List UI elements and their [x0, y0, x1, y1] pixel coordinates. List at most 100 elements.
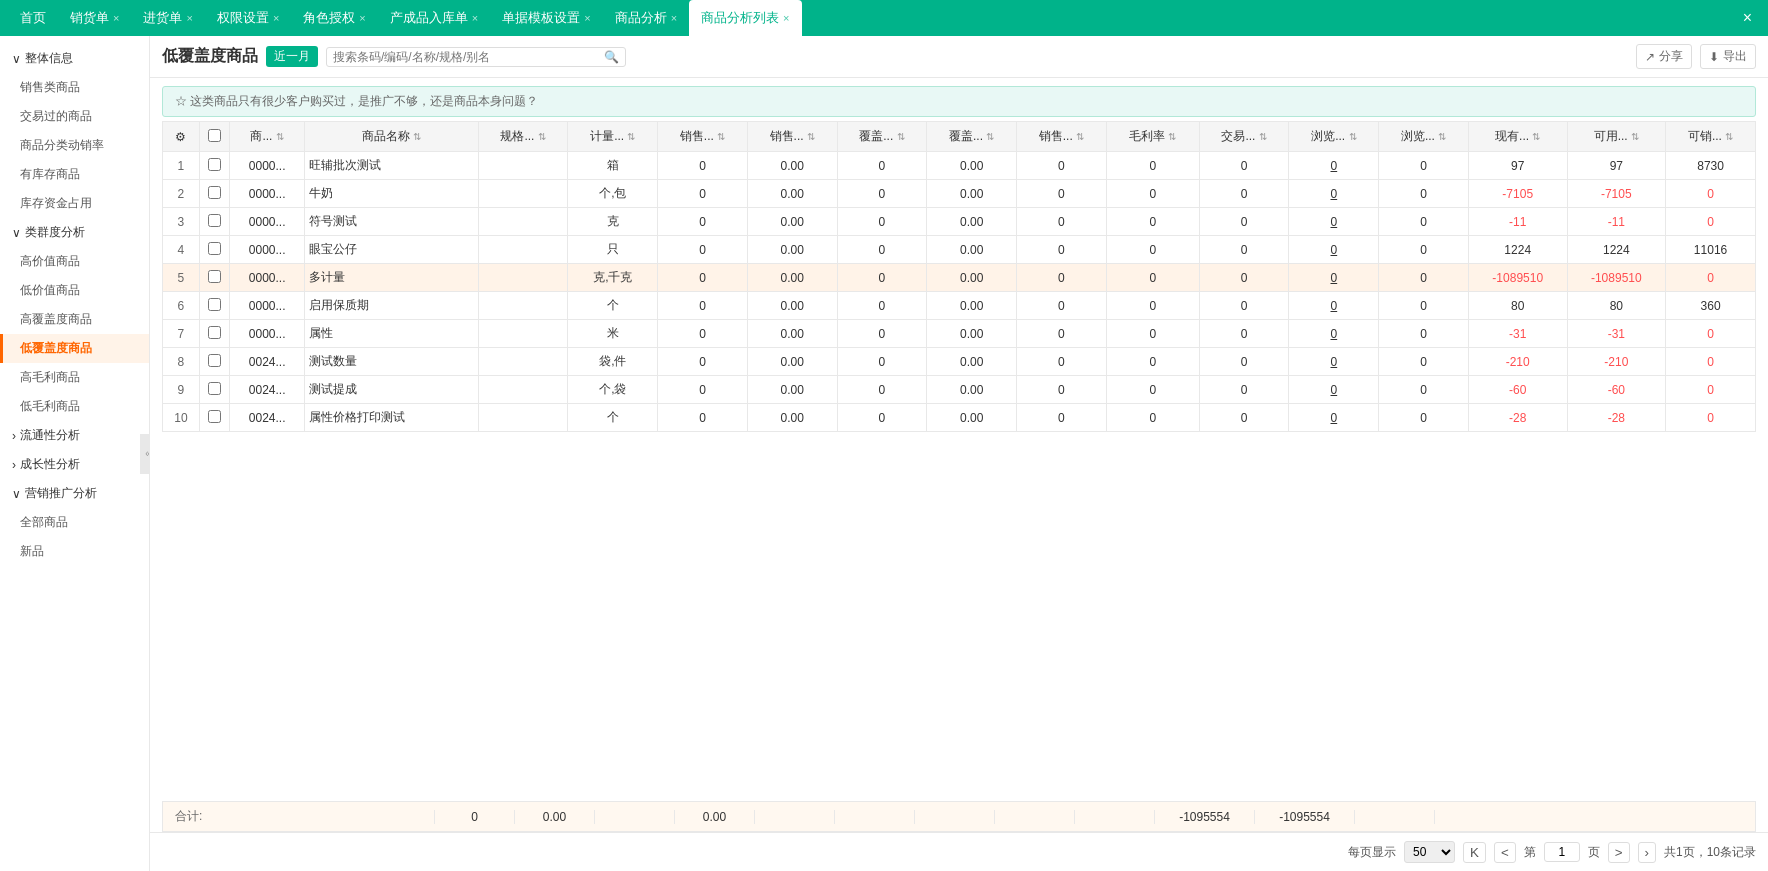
row-browse1[interactable]: 0: [1289, 208, 1379, 236]
col-spec[interactable]: 规格... ⇅: [478, 122, 568, 152]
nav-product-analysis-list[interactable]: 商品分析列表 ×: [689, 0, 801, 36]
page-input[interactable]: [1544, 842, 1580, 862]
row-browse1[interactable]: 0: [1289, 152, 1379, 180]
row-checkbox[interactable]: [199, 180, 229, 208]
next-page-btn[interactable]: >: [1608, 842, 1630, 863]
last-page-btn[interactable]: ›: [1638, 842, 1656, 863]
sidebar-section-overall[interactable]: ∨ 整体信息: [0, 44, 149, 73]
col-checkbox[interactable]: [199, 122, 229, 152]
sidebar-section-cluster[interactable]: ∨ 类群度分析: [0, 218, 149, 247]
row-browse1[interactable]: 0: [1289, 320, 1379, 348]
row-name[interactable]: 符号测试: [305, 208, 478, 236]
row-name[interactable]: 属性: [305, 320, 478, 348]
col-browse1[interactable]: 浏览... ⇅: [1289, 122, 1379, 152]
col-name[interactable]: 商品名称 ⇅: [305, 122, 478, 152]
row-name[interactable]: 牛奶: [305, 180, 478, 208]
col-coverage2[interactable]: 覆盖... ⇅: [927, 122, 1017, 152]
sidebar-item-low-margin[interactable]: 低毛利商品: [0, 392, 149, 421]
col-browse2[interactable]: 浏览... ⇅: [1379, 122, 1469, 152]
row-name[interactable]: 旺辅批次测试: [305, 152, 478, 180]
row-checkbox[interactable]: [199, 404, 229, 432]
sidebar-item-high-margin[interactable]: 高毛利商品: [0, 363, 149, 392]
col-settings[interactable]: ⚙: [163, 122, 200, 152]
row-browse1[interactable]: 0: [1289, 236, 1379, 264]
nav-role-auth[interactable]: 角色授权 ×: [291, 0, 377, 36]
sidebar-collapse-btn[interactable]: «: [140, 434, 150, 474]
row-browse1[interactable]: 0: [1289, 264, 1379, 292]
row-sales-qty: 0: [658, 236, 748, 264]
row-checkbox[interactable]: [199, 348, 229, 376]
sidebar-section-growth[interactable]: › 成长性分析: [0, 450, 149, 479]
sidebar-item-low-value[interactable]: 低价值商品: [0, 276, 149, 305]
nav-close-permissions[interactable]: ×: [273, 12, 279, 24]
nav-close-role-auth[interactable]: ×: [359, 12, 365, 24]
period-button[interactable]: 近一月: [266, 46, 318, 67]
nav-close-product-in[interactable]: ×: [472, 12, 478, 24]
nav-product-in[interactable]: 产成品入库单 ×: [378, 0, 490, 36]
nav-permissions[interactable]: 权限设置 ×: [205, 0, 291, 36]
row-checkbox[interactable]: [199, 208, 229, 236]
sidebar-item-new-products[interactable]: 新品: [0, 537, 149, 566]
row-browse1[interactable]: 0: [1289, 404, 1379, 432]
row-sales-amt: 0.00: [747, 180, 837, 208]
sidebar-item-low-coverage[interactable]: 低覆盖度商品: [0, 334, 149, 363]
row-checkbox[interactable]: [199, 152, 229, 180]
sidebar-item-high-coverage[interactable]: 高覆盖度商品: [0, 305, 149, 334]
col-unit[interactable]: 计量... ⇅: [568, 122, 658, 152]
col-gross-margin[interactable]: 毛利率 ⇅: [1106, 122, 1199, 152]
sidebar-item-traded-products[interactable]: 交易过的商品: [0, 102, 149, 131]
nav-close-sales-order[interactable]: ×: [113, 12, 119, 24]
row-browse1[interactable]: 0: [1289, 292, 1379, 320]
row-checkbox[interactable]: [199, 264, 229, 292]
prev-page-btn[interactable]: <: [1494, 842, 1516, 863]
col-code[interactable]: 商... ⇅: [229, 122, 304, 152]
col-sales3[interactable]: 销售... ⇅: [1017, 122, 1107, 152]
nav-sales-order[interactable]: 销货单 ×: [58, 0, 131, 36]
row-name[interactable]: 多计量: [305, 264, 478, 292]
sidebar-section-marketing[interactable]: ∨ 营销推广分析: [0, 479, 149, 508]
col-sales-qty[interactable]: 销售... ⇅: [658, 122, 748, 152]
nav-close-product-analysis-list[interactable]: ×: [783, 12, 789, 24]
col-available-stock[interactable]: 可用... ⇅: [1567, 122, 1666, 152]
share-button[interactable]: ↗ 分享: [1636, 44, 1692, 69]
col-coverage1[interactable]: 覆盖... ⇅: [837, 122, 927, 152]
page-size-select[interactable]: 50 20 100: [1404, 841, 1455, 863]
row-name[interactable]: 测试提成: [305, 376, 478, 404]
sidebar-item-all-products[interactable]: 全部商品: [0, 508, 149, 537]
nav-template-settings[interactable]: 单据模板设置 ×: [490, 0, 602, 36]
row-name[interactable]: 属性价格打印测试: [305, 404, 478, 432]
search-input[interactable]: [333, 50, 600, 64]
row-checkbox[interactable]: [199, 376, 229, 404]
sidebar-item-in-stock-products[interactable]: 有库存商品: [0, 160, 149, 189]
col-sales-amt[interactable]: 销售... ⇅: [747, 122, 837, 152]
row-name[interactable]: 启用保质期: [305, 292, 478, 320]
col-sellable[interactable]: 可销... ⇅: [1666, 122, 1756, 152]
row-browse1[interactable]: 0: [1289, 348, 1379, 376]
sidebar-item-high-value[interactable]: 高价值商品: [0, 247, 149, 276]
select-all-checkbox[interactable]: [208, 129, 221, 142]
table-row: 5 0000... 多计量 克,千克 0 0.00 0 0.00 0 0 0 0…: [163, 264, 1756, 292]
sidebar-item-stock-capital[interactable]: 库存资金占用: [0, 189, 149, 218]
row-browse1[interactable]: 0: [1289, 376, 1379, 404]
col-current-stock[interactable]: 现有... ⇅: [1468, 122, 1567, 152]
nav-purchase-order[interactable]: 进货单 ×: [131, 0, 204, 36]
row-browse1[interactable]: 0: [1289, 180, 1379, 208]
footer-sales-amt: 0.00: [515, 810, 595, 824]
row-checkbox[interactable]: [199, 320, 229, 348]
nav-close-product-analysis[interactable]: ×: [671, 12, 677, 24]
row-name[interactable]: 眼宝公仔: [305, 236, 478, 264]
sidebar-section-liquidity[interactable]: › 流通性分析: [0, 421, 149, 450]
first-page-btn[interactable]: K: [1463, 842, 1486, 863]
col-transaction[interactable]: 交易... ⇅: [1199, 122, 1289, 152]
export-button[interactable]: ⬇ 导出: [1700, 44, 1756, 69]
nav-home[interactable]: 首页: [8, 0, 58, 36]
nav-close-purchase-order[interactable]: ×: [186, 12, 192, 24]
nav-close-all-btn[interactable]: ×: [1735, 9, 1760, 27]
sidebar-item-sales-products[interactable]: 销售类商品: [0, 73, 149, 102]
row-checkbox[interactable]: [199, 292, 229, 320]
row-name[interactable]: 测试数量: [305, 348, 478, 376]
sidebar-item-category-turnover[interactable]: 商品分类动销率: [0, 131, 149, 160]
nav-product-analysis[interactable]: 商品分析 ×: [603, 0, 689, 36]
row-checkbox[interactable]: [199, 236, 229, 264]
nav-close-template-settings[interactable]: ×: [584, 12, 590, 24]
